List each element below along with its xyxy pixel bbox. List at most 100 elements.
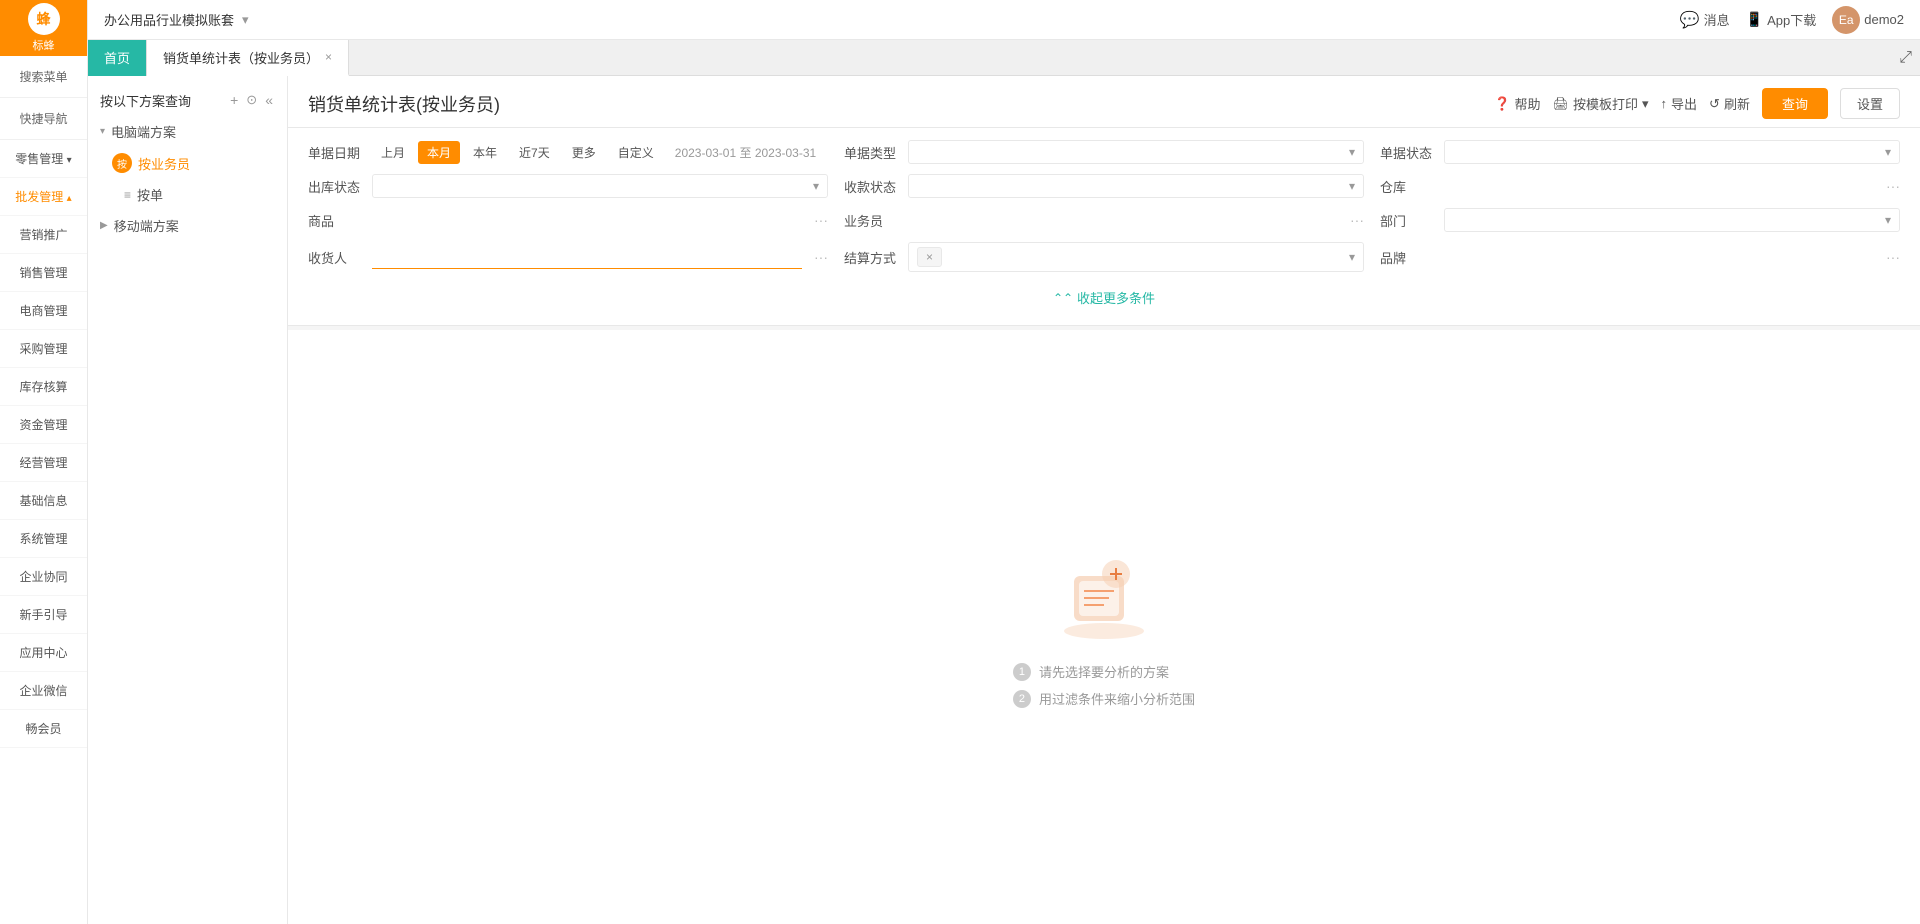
edit-scheme-icon[interactable]: ⊙ (244, 90, 259, 110)
tab-close-icon[interactable]: × (325, 50, 332, 64)
user-area[interactable]: Ea demo2 (1832, 6, 1904, 34)
query-button[interactable]: 查询 (1762, 88, 1828, 119)
out-status-label: 出库状态 (308, 177, 364, 196)
settlement-label: 结算方式 (844, 248, 900, 267)
receipt-status-filter: 收款状态 ▾ (844, 174, 1364, 198)
consignee-input[interactable] (372, 245, 802, 269)
sidebar-item-sales[interactable]: 销售管理 (0, 254, 87, 292)
sidebar-item-wechat[interactable]: 企业微信 (0, 672, 87, 710)
department-arrow-icon: ▾ (1885, 213, 1891, 227)
print-dropdown-icon[interactable]: ▾ (1642, 96, 1649, 112)
wholesale-arrow-icon: ▴ (67, 193, 72, 204)
scheme-header-icons: + ⊙ « (228, 90, 275, 110)
user-avatar: Ea (1832, 6, 1860, 34)
mobile-icon: 📱 (1746, 11, 1763, 28)
desktop-scheme-title[interactable]: ▾ 电脑端方案 (88, 116, 287, 147)
tab-home-label: 首页 (104, 48, 130, 67)
date-buttons: 上月 本月 本年 近7天 更多 自定义 (372, 141, 663, 164)
empty-tip-2: 2 用过滤条件来缩小分析范围 (1013, 689, 1195, 708)
mobile-scheme-group: ▶ 移动端方案 (88, 210, 287, 241)
desktop-scheme-label: 电脑端方案 (111, 122, 176, 141)
collapse-panel-icon[interactable]: « (263, 90, 275, 110)
help-label: 帮助 (1514, 94, 1540, 113)
export-button[interactable]: ↑ 导出 (1661, 94, 1698, 113)
scheme-by-staff[interactable]: 按 按业务员 (88, 147, 287, 179)
search-menu-label[interactable]: 搜索菜单 (0, 64, 87, 89)
sidebar-item-app[interactable]: 应用中心 (0, 634, 87, 672)
refresh-icon: ↺ (1709, 96, 1720, 112)
sidebar-item-ecommerce[interactable]: 电商管理 (0, 292, 87, 330)
collapse-button[interactable]: ⌃⌃ 收起更多条件 (308, 282, 1900, 313)
quick-nav-label[interactable]: 快捷导航 (0, 106, 87, 131)
more-btn[interactable]: 更多 (563, 141, 605, 164)
settlement-tag-close[interactable]: × (926, 250, 933, 264)
message-button[interactable]: 💬 消息 (1680, 10, 1730, 30)
receipt-status-label: 收款状态 (844, 177, 900, 196)
sidebar-item-purchase[interactable]: 采购管理 (0, 330, 87, 368)
print-button[interactable]: 🖨 按模板打印 ▾ (1552, 94, 1648, 113)
print-icon: 🖨 (1552, 96, 1569, 112)
topbar: 办公用品行业模拟账套 ▾ 💬 消息 📱 App下载 Ea demo2 (88, 0, 1920, 40)
doc-status-arrow-icon: ▾ (1885, 145, 1891, 159)
app-download-button[interactable]: 📱 App下载 (1746, 10, 1817, 29)
consignee-label: 收货人 (308, 248, 364, 267)
collapse-icon: ⌃⌃ (1053, 291, 1073, 305)
tab-sales-report[interactable]: 销货单统计表（按业务员） × (147, 40, 349, 76)
main-area: 办公用品行业模拟账套 ▾ 💬 消息 📱 App下载 Ea demo2 首页 (88, 0, 1920, 924)
message-icon: 💬 (1680, 10, 1700, 30)
empty-tips: 1 请先选择要分析的方案 2 用过滤条件来缩小分析范围 (1013, 662, 1195, 708)
sidebar-item-member[interactable]: 畅会员 (0, 710, 87, 748)
topbar-dropdown-icon[interactable]: ▾ (242, 12, 249, 28)
staff-dots[interactable]: ··· (1350, 212, 1364, 228)
warehouse-dots[interactable]: ··· (1886, 178, 1900, 194)
receipt-status-arrow-icon: ▾ (1349, 179, 1355, 193)
settlement-select[interactable]: × ▾ (908, 242, 1364, 272)
custom-btn[interactable]: 自定义 (609, 141, 663, 164)
last-7-days-btn[interactable]: 近7天 (510, 141, 559, 164)
consignee-dots[interactable]: ··· (814, 249, 828, 265)
this-year-btn[interactable]: 本年 (464, 141, 506, 164)
sidebar-item-finance[interactable]: 资金管理 (0, 406, 87, 444)
product-dots[interactable]: ··· (814, 212, 828, 228)
brand-dots[interactable]: ··· (1886, 249, 1900, 265)
settlement-arrow-icon: ▾ (1349, 250, 1355, 264)
page-actions: ❓ 帮助 🖨 按模板打印 ▾ ↑ 导出 ↺ 刷新 (1494, 88, 1900, 119)
print-label: 按模板打印 (1573, 94, 1638, 113)
export-label: 导出 (1671, 94, 1697, 113)
warehouse-label: 仓库 (1380, 177, 1436, 196)
product-filter: 商品 ··· (308, 208, 828, 232)
receipt-status-select[interactable]: ▾ (908, 174, 1364, 198)
sidebar-item-operation[interactable]: 经营管理 (0, 444, 87, 482)
scheme-by-order[interactable]: ≡ 按单 (88, 179, 287, 210)
tab-home[interactable]: 首页 (88, 40, 147, 76)
sidebar-item-system[interactable]: 系统管理 (0, 520, 87, 558)
doc-type-label: 单据类型 (844, 143, 900, 162)
add-scheme-icon[interactable]: + (228, 90, 240, 110)
help-button[interactable]: ❓ 帮助 (1494, 94, 1540, 113)
refresh-label: 刷新 (1724, 94, 1750, 113)
date-label: 单据日期 (308, 143, 364, 162)
refresh-button[interactable]: ↺ 刷新 (1709, 94, 1750, 113)
sidebar-item-enterprise[interactable]: 企业协同 (0, 558, 87, 596)
setting-button[interactable]: 设置 (1840, 88, 1900, 119)
sidebar-logo[interactable]: 蜂 标蜂 (0, 0, 88, 56)
sidebar-item-basic[interactable]: 基础信息 (0, 482, 87, 520)
doc-type-select[interactable]: ▾ (908, 140, 1364, 164)
sidebar-item-marketing[interactable]: 营销推广 (0, 216, 87, 254)
department-select[interactable]: ▾ (1444, 208, 1900, 232)
doc-status-select[interactable]: ▾ (1444, 140, 1900, 164)
sidebar-item-newbie[interactable]: 新手引导 (0, 596, 87, 634)
topbar-left: 办公用品行业模拟账套 ▾ (104, 10, 249, 29)
out-status-select[interactable]: ▾ (372, 174, 828, 198)
sidebar-item-retail[interactable]: 零售管理 ▾ (0, 140, 87, 178)
filter-area: 单据日期 上月 本月 本年 近7天 更多 自定义 2023-03-01 至 20… (288, 128, 1920, 326)
last-month-btn[interactable]: 上月 (372, 141, 414, 164)
maximize-icon[interactable]: ⤢ (1891, 49, 1920, 67)
sidebar-item-inventory[interactable]: 库存核算 (0, 368, 87, 406)
user-name: demo2 (1864, 12, 1904, 27)
mobile-scheme-title[interactable]: ▶ 移动端方案 (88, 210, 287, 241)
sidebar-item-wholesale[interactable]: 批发管理 ▴ (0, 178, 87, 216)
staff-filter: 业务员 ··· (844, 208, 1364, 232)
product-label: 商品 (308, 211, 364, 230)
this-month-btn[interactable]: 本月 (418, 141, 460, 164)
